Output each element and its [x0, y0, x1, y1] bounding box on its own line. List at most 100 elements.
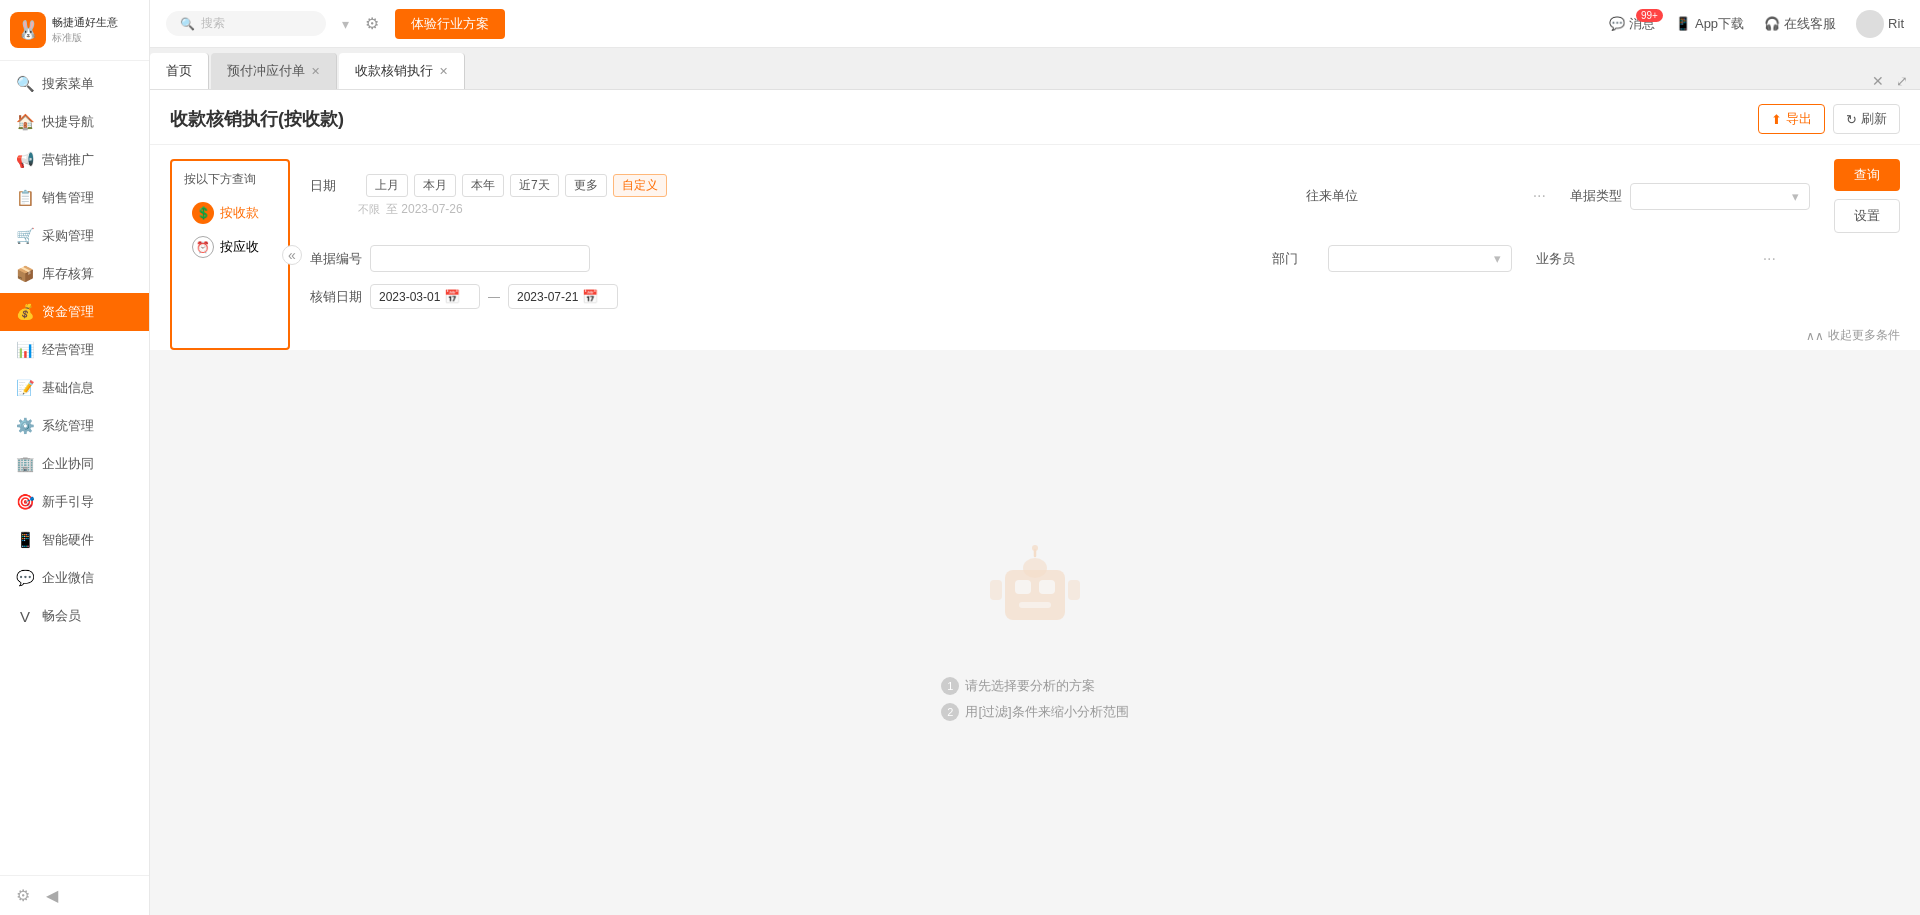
- service-label: 在线客服: [1784, 15, 1836, 33]
- app-icon: 📱: [1675, 16, 1691, 31]
- sidebar-item-operation[interactable]: 📊 经营管理: [0, 331, 149, 369]
- doc-no-input[interactable]: [370, 245, 590, 272]
- empty-illustration: [975, 540, 1095, 661]
- sales-icon: 📋: [16, 189, 34, 207]
- sidebar-item-inventory[interactable]: 📦 库存核算: [0, 255, 149, 293]
- service-button[interactable]: 🎧 在线客服: [1764, 15, 1836, 33]
- operation-icon: 📊: [16, 341, 34, 359]
- staff-label: 业务员: [1536, 250, 1584, 268]
- filter-option-by-receipt[interactable]: 💲 按收款: [184, 196, 276, 230]
- tip2-text: 用[过滤]条件来缩小分析范围: [965, 699, 1128, 725]
- sidebar-item-label: 经营管理: [42, 341, 94, 359]
- sidebar-item-search-menu[interactable]: 🔍 搜索菜单: [0, 65, 149, 103]
- sidebar-item-marketing[interactable]: 📢 营销推广: [0, 141, 149, 179]
- enterprise-icon: 🏢: [16, 455, 34, 473]
- message-badge: 99+: [1636, 9, 1663, 22]
- counterpart-label: 往来单位: [1306, 187, 1358, 205]
- sidebar-item-label: 系统管理: [42, 417, 94, 435]
- settings-bottom-icon[interactable]: ⚙: [16, 886, 30, 905]
- gear-icon[interactable]: ⚙: [365, 14, 379, 33]
- filter-row-1: 日期 上月 本月 本年 近7天 更多 自定义: [310, 159, 1900, 233]
- sidebar-item-vip[interactable]: V 畅会员: [0, 597, 149, 635]
- calendar-end-icon[interactable]: 📅: [582, 289, 598, 304]
- tab-collection-close-icon[interactable]: ✕: [439, 65, 448, 78]
- query-button[interactable]: 查询: [1834, 159, 1900, 191]
- date-to-label: 至 2023-07-26: [386, 201, 463, 218]
- sidebar-item-wechat[interactable]: 💬 企业微信: [0, 559, 149, 597]
- topbar-right: 💬 消息 99+ 📱 App下载 🎧 在线客服 Rit: [1609, 10, 1904, 38]
- calendar-start-icon[interactable]: 📅: [444, 289, 460, 304]
- sidebar-item-guide[interactable]: 🎯 新手引导: [0, 483, 149, 521]
- refresh-button[interactable]: ↻ 刷新: [1833, 104, 1900, 134]
- verify-date-label: 核销日期: [310, 288, 362, 306]
- date-tag-more[interactable]: 更多: [565, 174, 607, 197]
- dept-label: 部门: [1272, 250, 1320, 268]
- date-tag-this-year[interactable]: 本年: [462, 174, 504, 197]
- sidebar-item-hardware[interactable]: 📱 智能硬件: [0, 521, 149, 559]
- export-button[interactable]: ⬆ 导出: [1758, 104, 1825, 134]
- message-button[interactable]: 💬 消息 99+: [1609, 15, 1655, 33]
- sidebar-item-label: 库存核算: [42, 265, 94, 283]
- tab-maximize-icon[interactable]: ⤢: [1896, 73, 1908, 89]
- sidebar-item-label: 资金管理: [42, 303, 94, 321]
- page-header-actions: ⬆ 导出 ↻ 刷新: [1758, 104, 1900, 134]
- filter-panel-collapse-icon[interactable]: «: [282, 245, 302, 265]
- wechat-icon: 💬: [16, 569, 34, 587]
- doc-no-label: 单据编号: [310, 250, 362, 268]
- solution-button[interactable]: 体验行业方案: [395, 9, 505, 39]
- dept-chevron-icon: ▾: [1494, 251, 1501, 266]
- staff-more-icon[interactable]: ···: [1763, 250, 1776, 268]
- sidebar-item-enterprise[interactable]: 🏢 企业协同: [0, 445, 149, 483]
- collapse-more-button[interactable]: ∧∧ 收起更多条件: [1806, 327, 1900, 344]
- sidebar-item-label: 销售管理: [42, 189, 94, 207]
- date-tag-this-month[interactable]: 本月: [414, 174, 456, 197]
- date-tag-last-month[interactable]: 上月: [366, 174, 408, 197]
- verify-date-end-input[interactable]: 2023-07-21 📅: [508, 284, 618, 309]
- app-name: 畅捷通好生意: [52, 15, 118, 30]
- sidebar-item-basic-info[interactable]: 📝 基础信息: [0, 369, 149, 407]
- service-icon: 🎧: [1764, 16, 1780, 31]
- tab-close-all-icon[interactable]: ✕: [1872, 73, 1884, 89]
- tab-prepay-label: 预付冲应付单: [227, 62, 305, 80]
- tab-prepay-close-icon[interactable]: ✕: [311, 65, 320, 78]
- sidebar-item-finance[interactable]: 💰 资金管理: [0, 293, 149, 331]
- date-tag-custom[interactable]: 自定义: [613, 174, 667, 197]
- chevron-up-icon: ∧∧: [1806, 329, 1824, 343]
- topbar-search[interactable]: 🔍 搜索: [166, 11, 326, 36]
- sidebar-item-label: 企业微信: [42, 569, 94, 587]
- filter-option-by-receivable[interactable]: ⏰ 按应收: [184, 230, 276, 264]
- svg-point-8: [1032, 545, 1038, 551]
- date-tag-7days[interactable]: 近7天: [510, 174, 559, 197]
- counterpart-field: 往来单位 ···: [1306, 187, 1546, 205]
- by-receivable-icon: ⏰: [192, 236, 214, 258]
- date-field: 日期 上月 本月 本年 近7天 更多 自定义: [310, 174, 667, 218]
- doc-type-select[interactable]: ▾: [1630, 183, 1810, 210]
- refresh-icon: ↻: [1846, 112, 1857, 127]
- sidebar-item-label: 基础信息: [42, 379, 94, 397]
- app-download-button[interactable]: 📱 App下载: [1675, 15, 1744, 33]
- settings-button[interactable]: 设置: [1834, 199, 1900, 233]
- tab-home[interactable]: 首页: [150, 53, 209, 89]
- filter-panel: 按以下方查询 💲 按收款 ⏰ 按应收 «: [170, 159, 290, 350]
- sidebar-item-purchase[interactable]: 🛒 采购管理: [0, 217, 149, 255]
- verify-date-field: 核销日期 2023-03-01 📅 — 2023-07-21 📅: [310, 284, 618, 309]
- quick-nav-icon: 🏠: [16, 113, 34, 131]
- tab-prepay[interactable]: 预付冲应付单 ✕: [211, 53, 337, 89]
- sidebar-item-system[interactable]: ⚙️ 系统管理: [0, 407, 149, 445]
- svg-point-6: [1023, 558, 1047, 578]
- message-icon: 💬: [1609, 16, 1625, 31]
- sidebar-item-quick-nav[interactable]: 🏠 快捷导航: [0, 103, 149, 141]
- app-edition: 标准版: [52, 31, 118, 45]
- user-menu[interactable]: Rit: [1856, 10, 1904, 38]
- date-range-separator: —: [488, 290, 500, 304]
- counterpart-more-icon[interactable]: ···: [1533, 187, 1546, 205]
- date-label: 日期: [310, 177, 358, 195]
- collapse-row: ∧∧ 收起更多条件: [310, 321, 1900, 350]
- verify-date-start-input[interactable]: 2023-03-01 📅: [370, 284, 480, 309]
- dept-field: 部门 ▾: [1272, 245, 1512, 272]
- avatar: [1856, 10, 1884, 38]
- collapse-sidebar-button[interactable]: ◀: [46, 886, 58, 905]
- tab-collection[interactable]: 收款核销执行 ✕: [339, 53, 465, 89]
- sidebar-item-sales[interactable]: 📋 销售管理: [0, 179, 149, 217]
- dept-select[interactable]: ▾: [1328, 245, 1512, 272]
